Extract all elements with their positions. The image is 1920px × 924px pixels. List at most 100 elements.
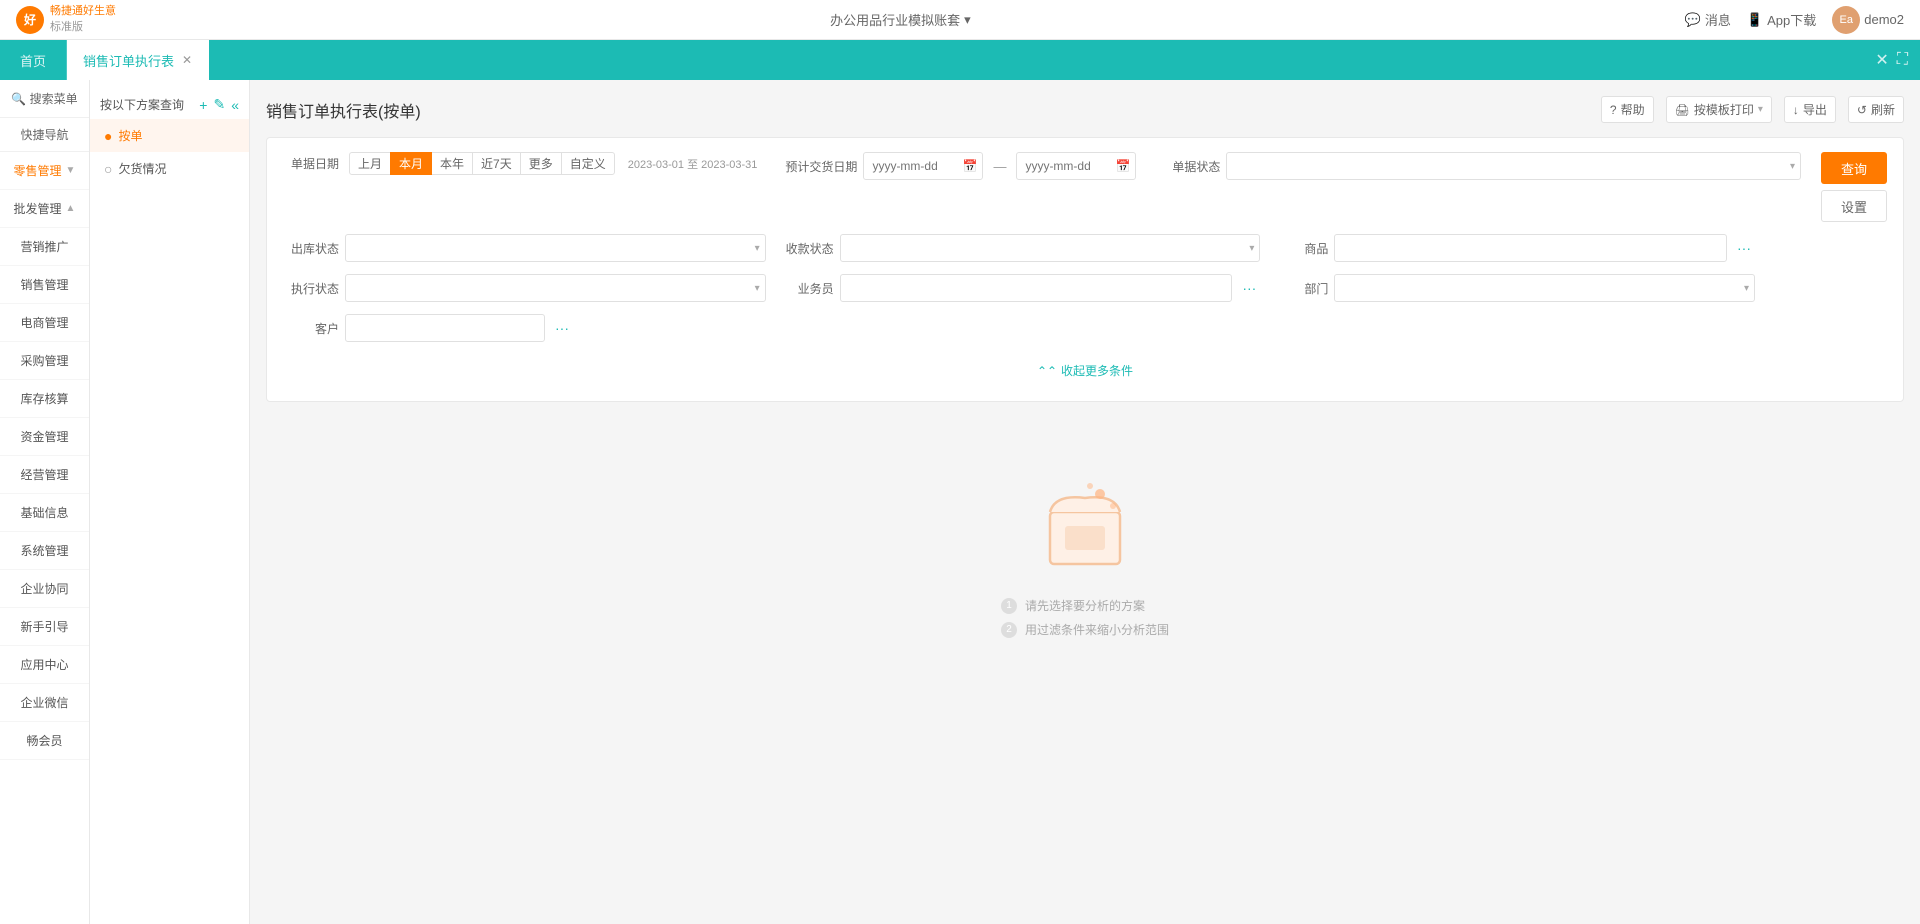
sidebar-search[interactable]: 🔍 搜索菜单 xyxy=(0,80,89,118)
nav-title-area[interactable]: 办公用品行业模拟账套 ▾ xyxy=(830,10,971,29)
nav-tabs: 首页 销售订单执行表 ✕ ✕ ⛶ xyxy=(0,40,1920,80)
nav-maximize-icon[interactable]: ⛶ xyxy=(1897,51,1908,69)
tab-sales-exec[interactable]: 销售订单执行表 ✕ xyxy=(67,40,209,80)
salesperson-dots-icon[interactable]: ··· xyxy=(1238,280,1260,296)
collapse-panel-btn[interactable]: « xyxy=(231,97,239,113)
payment-status-select[interactable] xyxy=(840,234,1261,262)
message-btn[interactable]: 💬 消息 xyxy=(1685,10,1731,29)
date-tab-custom[interactable]: 自定义 xyxy=(561,152,615,175)
refresh-btn[interactable]: ↺ 刷新 xyxy=(1848,96,1904,123)
query-btn[interactable]: 查询 xyxy=(1821,152,1887,184)
sidebar-item-purchase[interactable]: 采购管理 xyxy=(0,342,89,380)
collapse-btn[interactable]: ⌃⌃ 收起更多条件 xyxy=(283,354,1887,387)
date-tab-last-month[interactable]: 上月 xyxy=(349,152,391,175)
exec-status-label: 执行状态 xyxy=(283,280,339,297)
scheme-inactive-icon: ○ xyxy=(104,161,112,177)
scheme-active-icon: ● xyxy=(104,128,112,144)
product-dots-icon[interactable]: ··· xyxy=(1733,240,1755,256)
export-btn[interactable]: ↓ 导出 xyxy=(1784,96,1836,123)
scheme-item-按单[interactable]: ● 按单 xyxy=(90,119,249,152)
department-select[interactable] xyxy=(1334,274,1755,302)
sidebar-item-newbie[interactable]: 新手引导 xyxy=(0,608,89,646)
sidebar-item-ecommerce[interactable]: 电商管理 xyxy=(0,304,89,342)
nav-right-btns: ✕ ⛶ xyxy=(1875,40,1920,80)
top-bar: 好 畅捷通好生意 标准版 办公用品行业模拟账套 ▾ 💬 消息 📱 App下载 E… xyxy=(0,0,1920,40)
order-status-select[interactable] xyxy=(1226,152,1801,180)
delivery-status-select[interactable] xyxy=(345,234,766,262)
app-tag: 标准版 xyxy=(50,18,116,34)
sidebar-item-wholesale[interactable]: 批发管理 ▲ xyxy=(0,190,89,228)
add-scheme-btn[interactable]: + xyxy=(199,97,207,113)
scheme-item-按单-label: 按单 xyxy=(118,127,142,144)
sidebar-item-retail-arrow: ▼ xyxy=(66,165,76,176)
sidebar-item-sales-mgmt[interactable]: 销售管理 xyxy=(0,266,89,304)
left-panel: 按以下方案查询 + ✎ « ● 按单 ○ 欠货情况 xyxy=(90,80,250,924)
nav-minimize-icon[interactable]: ✕ xyxy=(1875,50,1888,70)
expected-date-label: 预计交货日期 xyxy=(785,158,857,175)
nav-title: 办公用品行业模拟账套 xyxy=(830,10,960,29)
sidebar-item-marketing[interactable]: 营销推广 xyxy=(0,228,89,266)
search-icon: 🔍 xyxy=(11,92,26,106)
sidebar-quick-nav[interactable]: 快捷导航 xyxy=(0,118,89,152)
collapse-label: 收起更多条件 xyxy=(1061,362,1133,379)
scheme-item-欠货情况-label: 欠货情况 xyxy=(118,160,166,177)
user-area[interactable]: Ea demo2 xyxy=(1832,6,1904,34)
payment-status-wrapper: ▾ xyxy=(840,234,1261,262)
sidebar-item-basic[interactable]: 基础信息 xyxy=(0,494,89,532)
empty-svg xyxy=(1035,474,1135,574)
sidebar-quick-nav-label: 快捷导航 xyxy=(20,128,68,142)
date-range-text: 2023-03-01 至 2023-03-31 xyxy=(628,156,758,172)
scheme-item-欠货情况[interactable]: ○ 欠货情况 xyxy=(90,152,249,185)
date-tab-more[interactable]: 更多 xyxy=(520,152,562,175)
customer-dots-icon[interactable]: ··· xyxy=(551,320,573,336)
date-tab-this-year[interactable]: 本年 xyxy=(431,152,473,175)
empty-state: 1 请先选择要分析的方案 2 用过滤条件来缩小分析范围 xyxy=(266,414,1904,702)
customer-input[interactable] xyxy=(345,314,545,342)
export-label: 导出 xyxy=(1803,101,1827,118)
order-status-label: 单据状态 xyxy=(1164,158,1220,175)
page-actions: ? 帮助 🖨 按模板打印 ▾ ↓ 导出 ↺ 刷新 xyxy=(1601,96,1904,123)
edit-scheme-btn[interactable]: ✎ xyxy=(213,96,225,113)
page-header: 销售订单执行表(按单) ? 帮助 🖨 按模板打印 ▾ ↓ 导出 xyxy=(266,96,1904,123)
help-btn[interactable]: ? 帮助 xyxy=(1601,96,1654,123)
app-download-btn[interactable]: 📱 App下载 xyxy=(1747,10,1816,29)
sidebar-item-weixin-label: 企业微信 xyxy=(20,694,68,711)
collapse-chevron-up-icon: ⌃⌃ xyxy=(1037,364,1057,378)
department-cell: 部门 ▾ xyxy=(1272,274,1755,302)
sidebar-item-system[interactable]: 系统管理 xyxy=(0,532,89,570)
sidebar-item-ecommerce-label: 电商管理 xyxy=(20,314,68,331)
top-bar-right: 💬 消息 📱 App下载 Ea demo2 xyxy=(1685,6,1904,34)
date-tabs: 上月 本月 本年 近7天 更多 自定义 xyxy=(349,152,614,175)
sidebar-item-app-center[interactable]: 应用中心 xyxy=(0,646,89,684)
exec-status-select[interactable] xyxy=(345,274,766,302)
sidebar-item-inventory[interactable]: 库存核算 xyxy=(0,380,89,418)
settings-btn[interactable]: 设置 xyxy=(1821,190,1887,222)
sidebar-item-member[interactable]: 畅会员 xyxy=(0,722,89,760)
sidebar-item-enterprise-label: 企业协同 xyxy=(20,580,68,597)
sidebar-item-wholesale-label: 批发管理 xyxy=(14,200,62,217)
sidebar-item-wholesale-arrow: ▲ xyxy=(66,203,76,214)
tab-home[interactable]: 首页 xyxy=(0,40,67,80)
sidebar-item-finance[interactable]: 资金管理 xyxy=(0,418,89,456)
date-tab-this-month[interactable]: 本月 xyxy=(390,152,432,175)
print-icon: 🖨 xyxy=(1675,103,1690,117)
sidebar: 🔍 搜索菜单 快捷导航 零售管理 ▼ 批发管理 ▲ 营销推广 销售管理 电商管理… xyxy=(0,80,90,924)
page-title: 销售订单执行表(按单) xyxy=(266,98,421,122)
department-wrapper: ▾ xyxy=(1334,274,1755,302)
sidebar-item-operations[interactable]: 经营管理 xyxy=(0,456,89,494)
exec-status-cell: 执行状态 ▾ xyxy=(283,274,766,302)
sidebar-item-retail[interactable]: 零售管理 ▼ xyxy=(0,152,89,190)
print-template-btn[interactable]: 🖨 按模板打印 ▾ xyxy=(1666,96,1772,123)
cal-end-icon: 📅 xyxy=(1115,159,1130,173)
sidebar-item-weixin[interactable]: 企业微信 xyxy=(0,684,89,722)
export-icon: ↓ xyxy=(1793,103,1799,117)
sidebar-item-finance-label: 资金管理 xyxy=(20,428,68,445)
product-input[interactable] xyxy=(1334,234,1727,262)
step-2-num: 2 xyxy=(1001,622,1017,638)
empty-steps: 1 请先选择要分析的方案 2 用过滤条件来缩小分析范围 xyxy=(1001,594,1169,642)
date-tab-last-7[interactable]: 近7天 xyxy=(472,152,521,175)
sidebar-item-enterprise[interactable]: 企业协同 xyxy=(0,570,89,608)
refresh-label: 刷新 xyxy=(1871,101,1895,118)
tab-close-icon[interactable]: ✕ xyxy=(182,53,192,67)
salesperson-input[interactable] xyxy=(840,274,1233,302)
